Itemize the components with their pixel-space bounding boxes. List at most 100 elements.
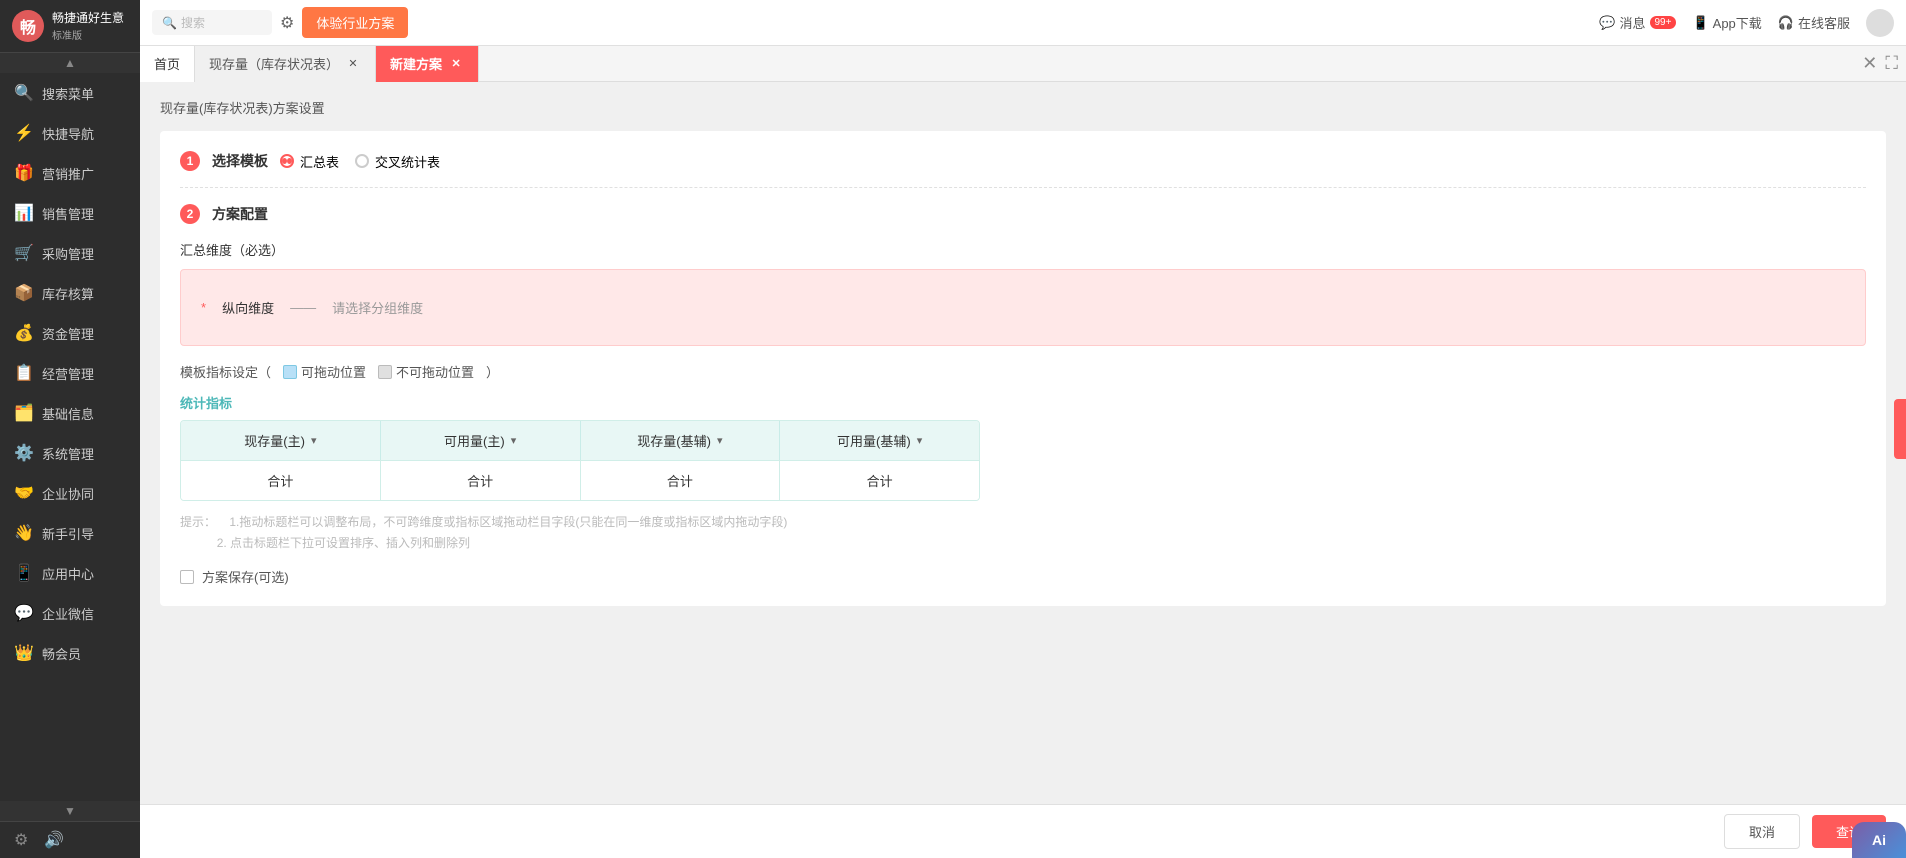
step2-row: 2 方案配置 (180, 204, 1866, 224)
app-download-group[interactable]: 📱 App下载 (1692, 13, 1761, 32)
message-label: 消息 (1619, 13, 1645, 32)
template-radio-group: 汇总表 交叉统计表 (280, 152, 440, 171)
expand-icon[interactable]: ⛶ (1885, 53, 1898, 74)
col-current-aux[interactable]: 现存量(基辅) ▾ (581, 421, 781, 460)
sidebar-item-label: 快捷导航 (42, 124, 94, 143)
step2-label: 方案配置 (212, 204, 268, 224)
tab-inventory-status[interactable]: 现存量（库存状况表） ✕ (195, 46, 376, 82)
sidebar-item-label: 营销推广 (42, 164, 94, 183)
topbar: 🔍 搜索 ⚙ 体验行业方案 💬 消息 99+ 📱 App下载 🎧 在线客服 (140, 0, 1906, 46)
enterprise-icon: 🤝 (14, 483, 34, 503)
sidebar-item-sales[interactable]: 📊 销售管理 (0, 193, 140, 233)
radio-cross[interactable]: 交叉统计表 (355, 152, 440, 171)
sidebar-item-search[interactable]: 🔍 搜索菜单 (0, 73, 140, 113)
system-icon: ⚙️ (14, 443, 34, 463)
col-available-aux[interactable]: 可用量(基辅) ▾ (780, 421, 979, 460)
sidebar-item-basic[interactable]: 🗂️ 基础信息 (0, 393, 140, 433)
sidebar-item-wechat[interactable]: 💬 企业微信 (0, 593, 140, 633)
sidebar-item-operations[interactable]: 📋 经营管理 (0, 353, 140, 393)
step1-label: 选择模板 (212, 151, 268, 171)
sidebar-item-label: 经营管理 (42, 364, 94, 383)
tab-home[interactable]: 首页 (140, 46, 195, 82)
col-available-aux-label: 可用量(基辅) (837, 431, 911, 450)
online-service-group[interactable]: 🎧 在线客服 (1778, 13, 1850, 32)
sidebar-item-label: 应用中心 (42, 564, 94, 583)
sidebar-item-label: 企业微信 (42, 604, 94, 623)
tab-inventory-label: 现存量（库存状况表） (209, 54, 339, 73)
sidebar-bottom: ⚙ 🔊 (0, 821, 140, 858)
sidebar-item-marketing[interactable]: 🎁 营销推广 (0, 153, 140, 193)
right-panel-tab[interactable] (1894, 399, 1906, 459)
col-available-main-label: 可用量(主) (444, 431, 505, 450)
content-area: 现存量(库存状况表)方案设置 1 选择模板 汇总表 交叉统计表 (140, 82, 1906, 804)
radio-summary[interactable]: 汇总表 (280, 152, 339, 171)
logo-icon: 畅 (12, 10, 44, 42)
fixed-label: 不可拖动位置 (396, 362, 474, 381)
radio-summary-label: 汇总表 (300, 152, 339, 171)
sidebar-item-inventory[interactable]: 📦 库存核算 (0, 273, 140, 313)
radio-dot-summary (280, 154, 294, 168)
radio-cross-label: 交叉统计表 (375, 152, 440, 171)
indicator-setting-prefix: 模板指标设定（ (180, 362, 271, 381)
cancel-button[interactable]: 取消 (1724, 814, 1800, 849)
vertical-dimension-label: 纵向维度 (222, 298, 274, 317)
stats-section-label: 统计指标 (180, 393, 1866, 412)
movable-label: 可拖动位置 (301, 362, 366, 381)
message-group[interactable]: 💬 消息 99+ (1599, 13, 1676, 32)
sidebar-item-newuser[interactable]: 👋 新手引导 (0, 513, 140, 553)
col-current-main[interactable]: 现存量(主) ▾ (181, 421, 381, 460)
sidebar-scroll-down[interactable]: ▼ (0, 801, 140, 821)
sidebar-item-enterprise[interactable]: 🤝 企业协同 (0, 473, 140, 513)
tab-bar: 首页 现存量（库存状况表） ✕ 新建方案 ✕ ✕ ⛶ (140, 46, 1906, 82)
operations-icon: 📋 (14, 363, 34, 383)
summary-dimension-label: 汇总维度（必选） (180, 240, 1866, 259)
tab-inventory-close[interactable]: ✕ (345, 56, 361, 72)
tips-section: 提示： 1.拖动标题栏可以调整布局，不可跨维度或指标区域拖动栏目字段(只能在同一… (180, 513, 1866, 551)
save-checkbox[interactable] (180, 570, 194, 584)
basic-icon: 🗂️ (14, 403, 34, 423)
tip2-text: 2. 点击标题栏下拉可设置排序、插入列和删除列 (217, 536, 470, 550)
cell-0-1: 合计 (381, 461, 581, 500)
settings-icon[interactable]: ⚙ (14, 830, 28, 850)
tip1: 提示： 1.拖动标题栏可以调整布局，不可跨维度或指标区域拖动栏目字段(只能在同一… (180, 513, 1866, 530)
stats-table: 现存量(主) ▾ 可用量(主) ▾ 现存量(基辅) ▾ 可用量(基辅) ▾ (180, 420, 980, 501)
industry-btn[interactable]: 体验行业方案 (302, 7, 408, 38)
indicator-setting-row: 模板指标设定（ 可拖动位置 不可拖动位置 ） (180, 362, 1866, 381)
col-available-main[interactable]: 可用量(主) ▾ (381, 421, 581, 460)
search-area[interactable]: 🔍 搜索 (152, 10, 272, 35)
newuser-icon: 👋 (14, 523, 34, 543)
sidebar-item-system[interactable]: ⚙️ 系统管理 (0, 433, 140, 473)
chevron-down-icon-1: ▾ (311, 434, 317, 447)
shortcut-icon: ⚡ (14, 123, 34, 143)
tab-new-plan-close[interactable]: ✕ (448, 56, 464, 72)
sidebar-item-finance[interactable]: 💰 资金管理 (0, 313, 140, 353)
audio-icon[interactable]: 🔊 (44, 830, 64, 850)
footer: 取消 查询 (140, 804, 1906, 858)
avatar[interactable] (1866, 9, 1894, 37)
ai-bubble[interactable]: Ai (1852, 822, 1906, 858)
tip1-text: 1.拖动标题栏可以调整布局，不可跨维度或指标区域拖动栏目字段(只能在同一维度或指… (229, 515, 787, 529)
sidebar-scroll-up[interactable]: ▲ (0, 53, 140, 73)
sidebar-item-label: 库存核算 (42, 284, 94, 303)
fixed-dot (378, 365, 392, 379)
app-download-label: App下载 (1713, 13, 1762, 32)
col-current-aux-label: 现存量(基辅) (637, 431, 711, 450)
chevron-down-icon-4: ▾ (917, 434, 923, 447)
cell-0-3: 合计 (780, 461, 979, 500)
dimension-placeholder[interactable]: 请选择分组维度 (332, 298, 423, 317)
tab-new-plan[interactable]: 新建方案 ✕ (376, 46, 479, 82)
sidebar-item-apps[interactable]: 📱 应用中心 (0, 553, 140, 593)
mobile-icon: 📱 (1692, 15, 1708, 31)
sidebar-item-shortcut[interactable]: ⚡ 快捷导航 (0, 113, 140, 153)
divider-1 (180, 187, 1866, 188)
stats-table-header: 现存量(主) ▾ 可用量(主) ▾ 现存量(基辅) ▾ 可用量(基辅) ▾ (181, 421, 979, 460)
close-panel-icon[interactable]: ✕ (1862, 53, 1877, 74)
message-badge: 99+ (1650, 16, 1677, 29)
radio-dot-cross (355, 154, 369, 168)
sidebar-item-label: 销售管理 (42, 204, 94, 223)
sidebar-item-purchase[interactable]: 🛒 采购管理 (0, 233, 140, 273)
sidebar-item-label: 搜索菜单 (42, 84, 94, 103)
step2-badge: 2 (180, 204, 200, 224)
gear-icon[interactable]: ⚙ (280, 13, 294, 33)
sidebar-item-member[interactable]: 👑 畅会员 (0, 633, 140, 673)
